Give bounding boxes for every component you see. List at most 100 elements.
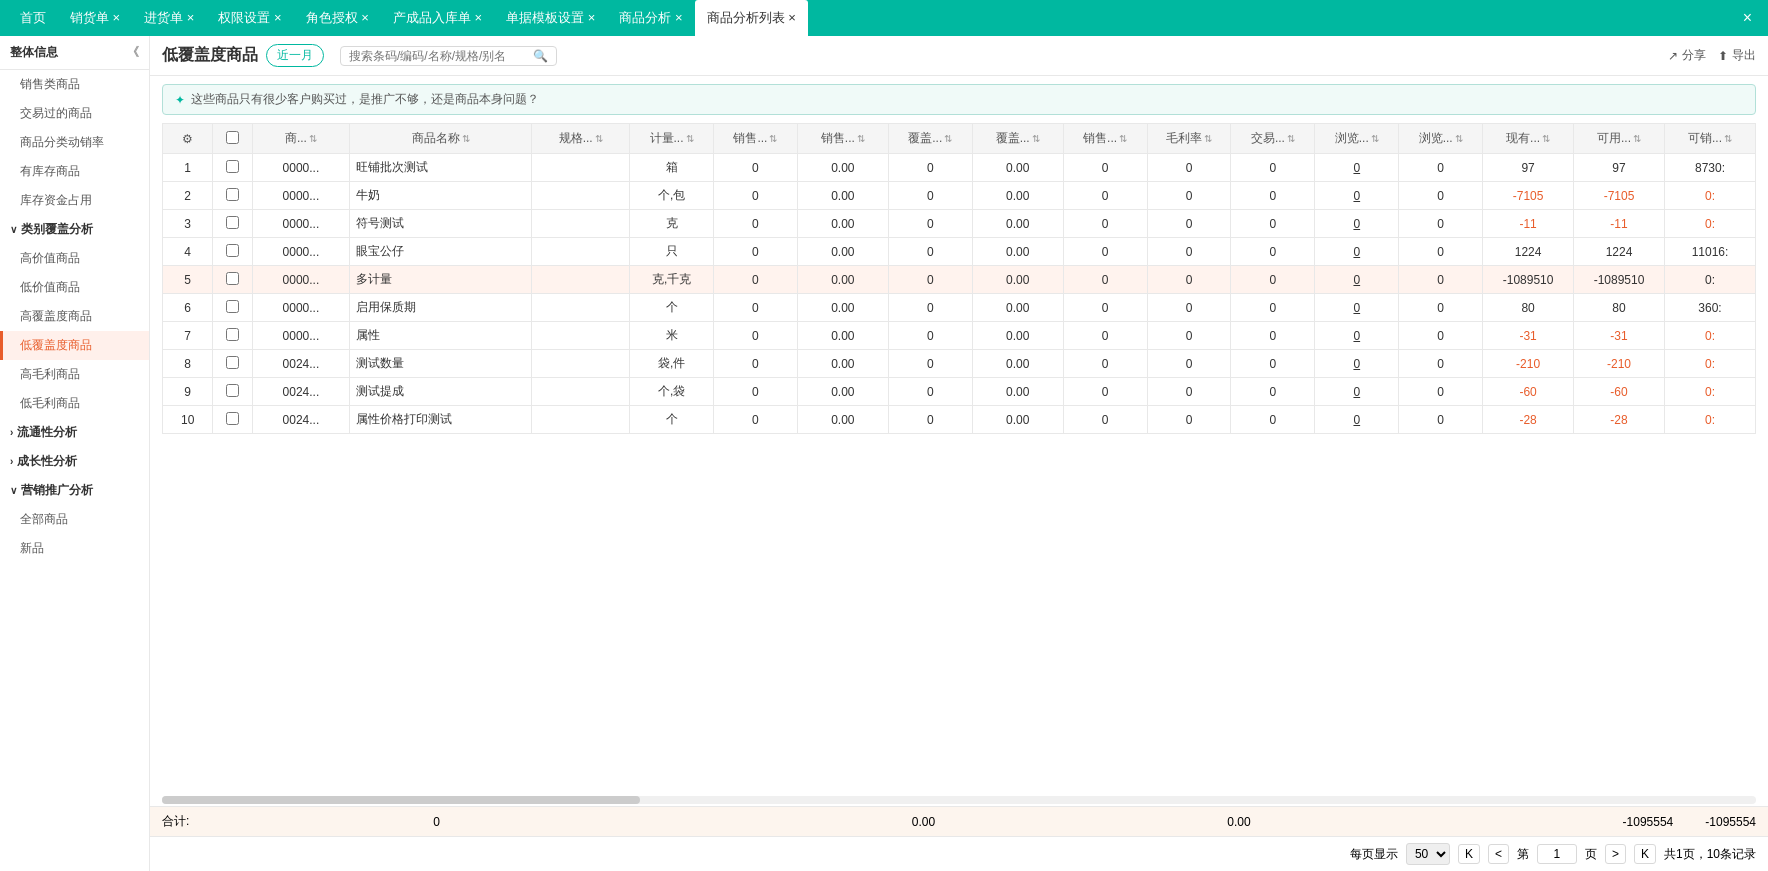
sidebar-item-high-gross[interactable]: 高毛利商品 [0,360,149,389]
search-input[interactable] [349,49,529,63]
first-page-button[interactable]: K [1458,844,1480,864]
cell-browse1[interactable]: 0 [1315,238,1399,266]
th-curr[interactable]: 现有...⇅ [1483,124,1574,154]
sidebar-item-stock-capital[interactable]: 库存资金占用 [0,186,149,215]
th-browse1[interactable]: 浏览...⇅ [1315,124,1399,154]
sidebar-item-low-value[interactable]: 低价值商品 [0,273,149,302]
th-gross[interactable]: 毛利率⇅ [1147,124,1231,154]
search-icon[interactable]: 🔍 [533,49,548,63]
cell-check[interactable] [213,210,252,238]
cell-name[interactable]: 旺铺批次测试 [350,154,532,182]
last-page-button[interactable]: K [1634,844,1656,864]
row-checkbox[interactable] [226,384,239,397]
sidebar-item-sales-products[interactable]: 销售类商品 [0,70,149,99]
sidebar-item-high-coverage[interactable]: 高覆盖度商品 [0,302,149,331]
settings-icon[interactable]: ⚙ [182,132,193,146]
row-checkbox[interactable] [226,216,239,229]
th-avail[interactable]: 可用...⇅ [1574,124,1665,154]
sidebar-group-growth-title[interactable]: › 成长性分析 [0,447,149,476]
cell-check[interactable] [213,238,252,266]
th-cover2[interactable]: 覆盖...⇅ [972,124,1063,154]
row-checkbox[interactable] [226,328,239,341]
sidebar-group-marketing-title[interactable]: ∨ 营销推广分析 [0,476,149,505]
cell-check[interactable] [213,378,252,406]
nav-home[interactable]: 首页 [8,0,58,36]
collapse-icon[interactable]: 《 [127,44,139,61]
cell-check[interactable] [213,406,252,434]
browse-link[interactable]: 0 [1353,357,1360,371]
period-button[interactable]: 近一月 [266,44,324,67]
nav-sales[interactable]: 销货单 × [58,0,132,36]
current-page-input[interactable] [1537,844,1577,864]
browse-link[interactable]: 0 [1353,245,1360,259]
cell-name[interactable]: 测试数量 [350,350,532,378]
cell-browse1[interactable]: 0 [1315,294,1399,322]
browse-link[interactable]: 0 [1353,161,1360,175]
sidebar-item-traded-products[interactable]: 交易过的商品 [0,99,149,128]
row-checkbox[interactable] [226,188,239,201]
scroll-thumb[interactable] [162,796,640,804]
nav-analysis-list[interactable]: 商品分析列表 × [695,0,808,36]
sidebar-item-new-products[interactable]: 新品 [0,534,149,563]
cell-name[interactable]: 符号测试 [350,210,532,238]
nav-analysis[interactable]: 商品分析 × [607,0,694,36]
cell-name[interactable]: 属性价格打印测试 [350,406,532,434]
th-trans[interactable]: 交易...⇅ [1231,124,1315,154]
th-spec[interactable]: 规格...⇅ [532,124,630,154]
row-checkbox[interactable] [226,356,239,369]
sidebar-item-category-rate[interactable]: 商品分类动销率 [0,128,149,157]
row-checkbox[interactable] [226,412,239,425]
select-all-checkbox[interactable] [226,131,239,144]
next-page-button[interactable]: > [1605,844,1626,864]
sidebar-item-in-stock[interactable]: 有库存商品 [0,157,149,186]
row-checkbox[interactable] [226,272,239,285]
th-name[interactable]: 商品名称⇅ [350,124,532,154]
cell-browse1[interactable]: 0 [1315,350,1399,378]
sidebar-group-coverage-title[interactable]: ∨ 类别覆盖分析 [0,215,149,244]
row-checkbox[interactable] [226,244,239,257]
cell-name[interactable]: 启用保质期 [350,294,532,322]
sidebar-item-low-coverage[interactable]: 低覆盖度商品 [0,331,149,360]
nav-role-auth[interactable]: 角色授权 × [294,0,381,36]
browse-link[interactable]: 0 [1353,329,1360,343]
cell-check[interactable] [213,154,252,182]
cell-name[interactable]: 属性 [350,322,532,350]
table-container[interactable]: ⚙ 商...⇅ 商品名称⇅ 规格...⇅ 计量...⇅ 销售...⇅ 销售...… [162,123,1756,794]
close-button[interactable]: × [1735,9,1760,27]
nav-product-entry[interactable]: 产成品入库单 × [381,0,494,36]
cell-browse1[interactable]: 0 [1315,378,1399,406]
th-unit[interactable]: 计量...⇅ [630,124,714,154]
cell-check[interactable] [213,322,252,350]
row-checkbox[interactable] [226,300,239,313]
nav-permissions[interactable]: 权限设置 × [206,0,293,36]
page-size-select[interactable]: 50 [1406,843,1450,865]
browse-link[interactable]: 0 [1353,413,1360,427]
cell-browse1[interactable]: 0 [1315,266,1399,294]
cell-check[interactable] [213,350,252,378]
export-button[interactable]: ⬆ 导出 [1718,47,1756,64]
cell-browse1[interactable]: 0 [1315,322,1399,350]
cell-name[interactable]: 眼宝公仔 [350,238,532,266]
browse-link[interactable]: 0 [1353,301,1360,315]
cell-check[interactable] [213,266,252,294]
th-sell[interactable]: 可销...⇅ [1664,124,1755,154]
cell-name[interactable]: 牛奶 [350,182,532,210]
th-sales3[interactable]: 销售...⇅ [1063,124,1147,154]
th-sales-qty[interactable]: 销售...⇅ [714,124,798,154]
cell-check[interactable] [213,294,252,322]
sidebar-header[interactable]: 整体信息 《 [0,36,149,70]
browse-link[interactable]: 0 [1353,385,1360,399]
cell-browse1[interactable]: 0 [1315,154,1399,182]
th-cover1[interactable]: 覆盖...⇅ [888,124,972,154]
browse-link[interactable]: 0 [1353,273,1360,287]
th-settings[interactable]: ⚙ [163,124,213,154]
sidebar-item-low-gross[interactable]: 低毛利商品 [0,389,149,418]
share-button[interactable]: ↗ 分享 [1668,47,1706,64]
sidebar-item-all-products[interactable]: 全部商品 [0,505,149,534]
sidebar-item-high-value[interactable]: 高价值商品 [0,244,149,273]
th-browse2[interactable]: 浏览...⇅ [1399,124,1483,154]
nav-purchase[interactable]: 进货单 × [132,0,206,36]
cell-browse1[interactable]: 0 [1315,406,1399,434]
sidebar-group-flow-title[interactable]: › 流通性分析 [0,418,149,447]
prev-page-button[interactable]: < [1488,844,1509,864]
